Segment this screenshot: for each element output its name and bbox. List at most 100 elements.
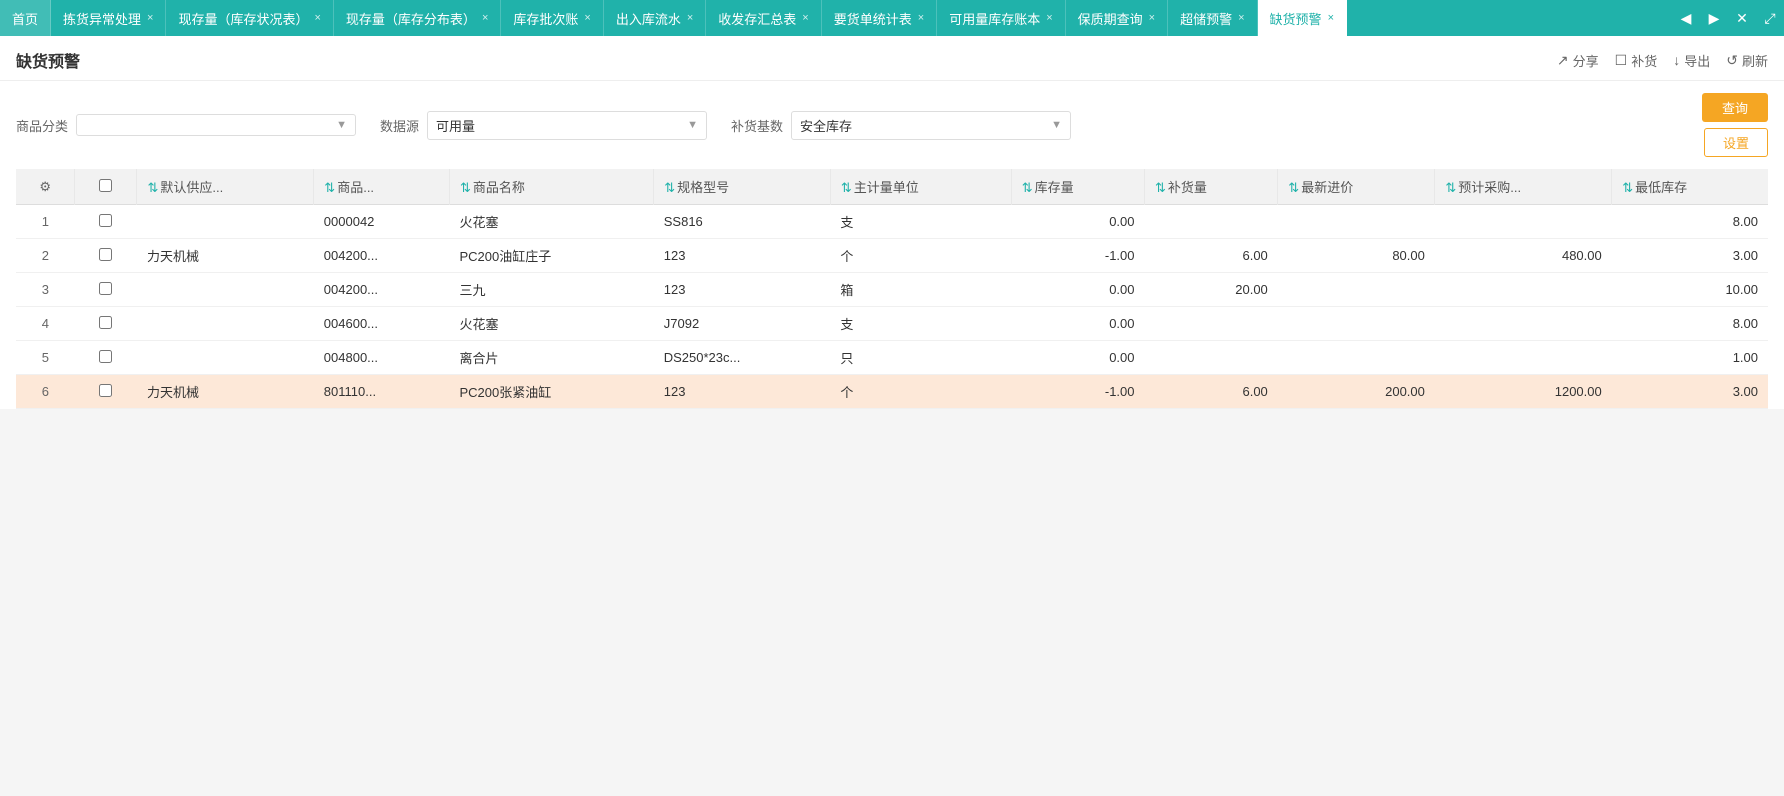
row-select-6[interactable] (99, 384, 112, 397)
close-shortage-icon[interactable]: × (1328, 12, 1334, 24)
close-available-ledger-icon[interactable]: × (1046, 12, 1052, 24)
tab-expiry-query[interactable]: 保质期查询 × (1066, 0, 1168, 36)
row-min-stock-3: 10.00 (1612, 273, 1768, 307)
nav-expand-icon[interactable]: ⤢ (1756, 0, 1784, 36)
main-content: 缺货预警 ↗ 分享 ☐ 补货 ↓ 导出 ↺ 刷新 商品分类 (0, 36, 1784, 409)
category-filter-item: 商品分类 ▼ (16, 114, 356, 136)
row-num-4: 4 (16, 307, 75, 341)
row-goods-name-3: 三九 (449, 273, 653, 307)
row-latest-price-5 (1278, 341, 1435, 375)
row-goods-code-4: 004600... (314, 307, 450, 341)
nav-close-all-icon[interactable]: ✕ (1728, 0, 1756, 36)
tab-available-ledger[interactable]: 可用量库存账本 × (937, 0, 1065, 36)
row-select-4[interactable] (99, 316, 112, 329)
row-checkbox-2[interactable] (75, 239, 137, 273)
row-spec-4: J7092 (654, 307, 831, 341)
row-latest-price-4 (1278, 307, 1435, 341)
row-checkbox-1[interactable] (75, 205, 137, 239)
row-select-2[interactable] (99, 248, 112, 261)
replenish-base-filter-label: 补货基数 (731, 116, 783, 135)
tab-abnormal[interactable]: 拣货异常处理 × (51, 0, 166, 36)
export-icon: ↓ (1673, 52, 1680, 68)
tab-shortage[interactable]: 缺货预警 × (1258, 0, 1347, 36)
export-button[interactable]: ↓ 导出 (1673, 51, 1710, 70)
row-goods-code-6: 801110... (314, 375, 450, 409)
table-row: 2 力天机械 004200... PC200油缸庄子 123 个 -1.00 6… (16, 239, 1768, 273)
tab-demand-stats[interactable]: 要货单统计表 × (822, 0, 937, 36)
row-goods-name-1: 火花塞 (449, 205, 653, 239)
row-supplier-2: 力天机械 (137, 239, 314, 273)
row-spec-3: 123 (654, 273, 831, 307)
tab-overstock[interactable]: 超储预警 × (1168, 0, 1257, 36)
tab-stock-batch[interactable]: 库存批次账 × (501, 0, 603, 36)
row-select-3[interactable] (99, 282, 112, 295)
col-default-supplier: ⇅默认供应... (137, 169, 314, 205)
tab-receive-summary[interactable]: 收发存汇总表 × (706, 0, 821, 36)
close-overstock-icon[interactable]: × (1238, 12, 1244, 24)
tab-stock-dist-label: 现存量（库存分布表） (346, 9, 476, 28)
col-est-purchase: ⇅预计采购... (1435, 169, 1612, 205)
nav-next-arrow[interactable]: ▶ (1700, 0, 1728, 36)
table-row: 5 004800... 离合片 DS250*23c... 只 0.00 1.00 (16, 341, 1768, 375)
close-stock-dist-icon[interactable]: × (482, 12, 488, 24)
row-checkbox-3[interactable] (75, 273, 137, 307)
row-supplier-3 (137, 273, 314, 307)
tab-stock-status-label: 现存量（库存状况表） (178, 9, 308, 28)
nav-prev-arrow[interactable]: ◀ (1672, 0, 1700, 36)
row-supplier-4 (137, 307, 314, 341)
close-stock-batch-icon[interactable]: × (584, 12, 590, 24)
col-checkbox (75, 169, 137, 205)
close-expiry-query-icon[interactable]: × (1149, 12, 1155, 24)
close-inout-flow-icon[interactable]: × (687, 12, 693, 24)
table-settings-icon[interactable]: ⚙ (39, 179, 51, 194)
row-num-6: 6 (16, 375, 75, 409)
row-unit-5: 只 (830, 341, 1011, 375)
refresh-button[interactable]: ↺ 刷新 (1726, 51, 1768, 70)
row-stock-6: -1.00 (1011, 375, 1144, 409)
close-receive-summary-icon[interactable]: × (802, 12, 808, 24)
row-unit-6: 个 (830, 375, 1011, 409)
select-all-checkbox[interactable] (99, 179, 112, 192)
tab-stock-status[interactable]: 现存量（库存状况表） × (166, 0, 333, 36)
tab-stock-batch-label: 库存批次账 (513, 9, 578, 28)
category-select[interactable]: ▼ (76, 114, 356, 136)
close-stock-status-icon[interactable]: × (314, 12, 320, 24)
page-header: 缺货预警 ↗ 分享 ☐ 补货 ↓ 导出 ↺ 刷新 (0, 36, 1784, 81)
row-spec-2: 123 (654, 239, 831, 273)
row-replenish-qty-5 (1145, 341, 1278, 375)
row-goods-code-1: 0000042 (314, 205, 450, 239)
close-abnormal-icon[interactable]: × (147, 12, 153, 24)
tab-stock-dist[interactable]: 现存量（库存分布表） × (334, 0, 501, 36)
datasource-select[interactable]: 可用量 ▼ (427, 111, 707, 140)
query-button[interactable]: 查询 (1702, 93, 1768, 122)
row-est-purchase-6: 1200.00 (1435, 375, 1612, 409)
tab-inout-flow[interactable]: 出入库流水 × (604, 0, 706, 36)
settings-button[interactable]: 设置 (1704, 128, 1768, 157)
row-select-1[interactable] (99, 214, 112, 227)
replenish-button[interactable]: ☐ 补货 (1615, 51, 1658, 70)
share-button[interactable]: ↗ 分享 (1557, 51, 1599, 70)
col-goods-code: ⇅商品... (314, 169, 450, 205)
refresh-icon: ↺ (1726, 52, 1738, 69)
row-checkbox-6[interactable] (75, 375, 137, 409)
row-stock-5: 0.00 (1011, 341, 1144, 375)
col-latest-price: ⇅最新进价 (1278, 169, 1435, 205)
row-checkbox-4[interactable] (75, 307, 137, 341)
row-latest-price-6: 200.00 (1278, 375, 1435, 409)
row-num-2: 2 (16, 239, 75, 273)
replenish-base-select[interactable]: 安全库存 ▼ (791, 111, 1071, 140)
refresh-label: 刷新 (1742, 51, 1768, 70)
row-replenish-qty-4 (1145, 307, 1278, 341)
row-supplier-6: 力天机械 (137, 375, 314, 409)
category-filter-label: 商品分类 (16, 116, 68, 135)
row-select-5[interactable] (99, 350, 112, 363)
replenish-base-select-value: 安全库存 (800, 116, 1051, 135)
tab-available-ledger-label: 可用量库存账本 (949, 9, 1040, 28)
tab-demand-stats-label: 要货单统计表 (834, 9, 912, 28)
row-checkbox-5[interactable] (75, 341, 137, 375)
row-unit-2: 个 (830, 239, 1011, 273)
close-demand-stats-icon[interactable]: × (918, 12, 924, 24)
tab-home[interactable]: 首页 (0, 0, 51, 36)
row-replenish-qty-2: 6.00 (1145, 239, 1278, 273)
col-min-stock: ⇅最低库存 (1612, 169, 1768, 205)
